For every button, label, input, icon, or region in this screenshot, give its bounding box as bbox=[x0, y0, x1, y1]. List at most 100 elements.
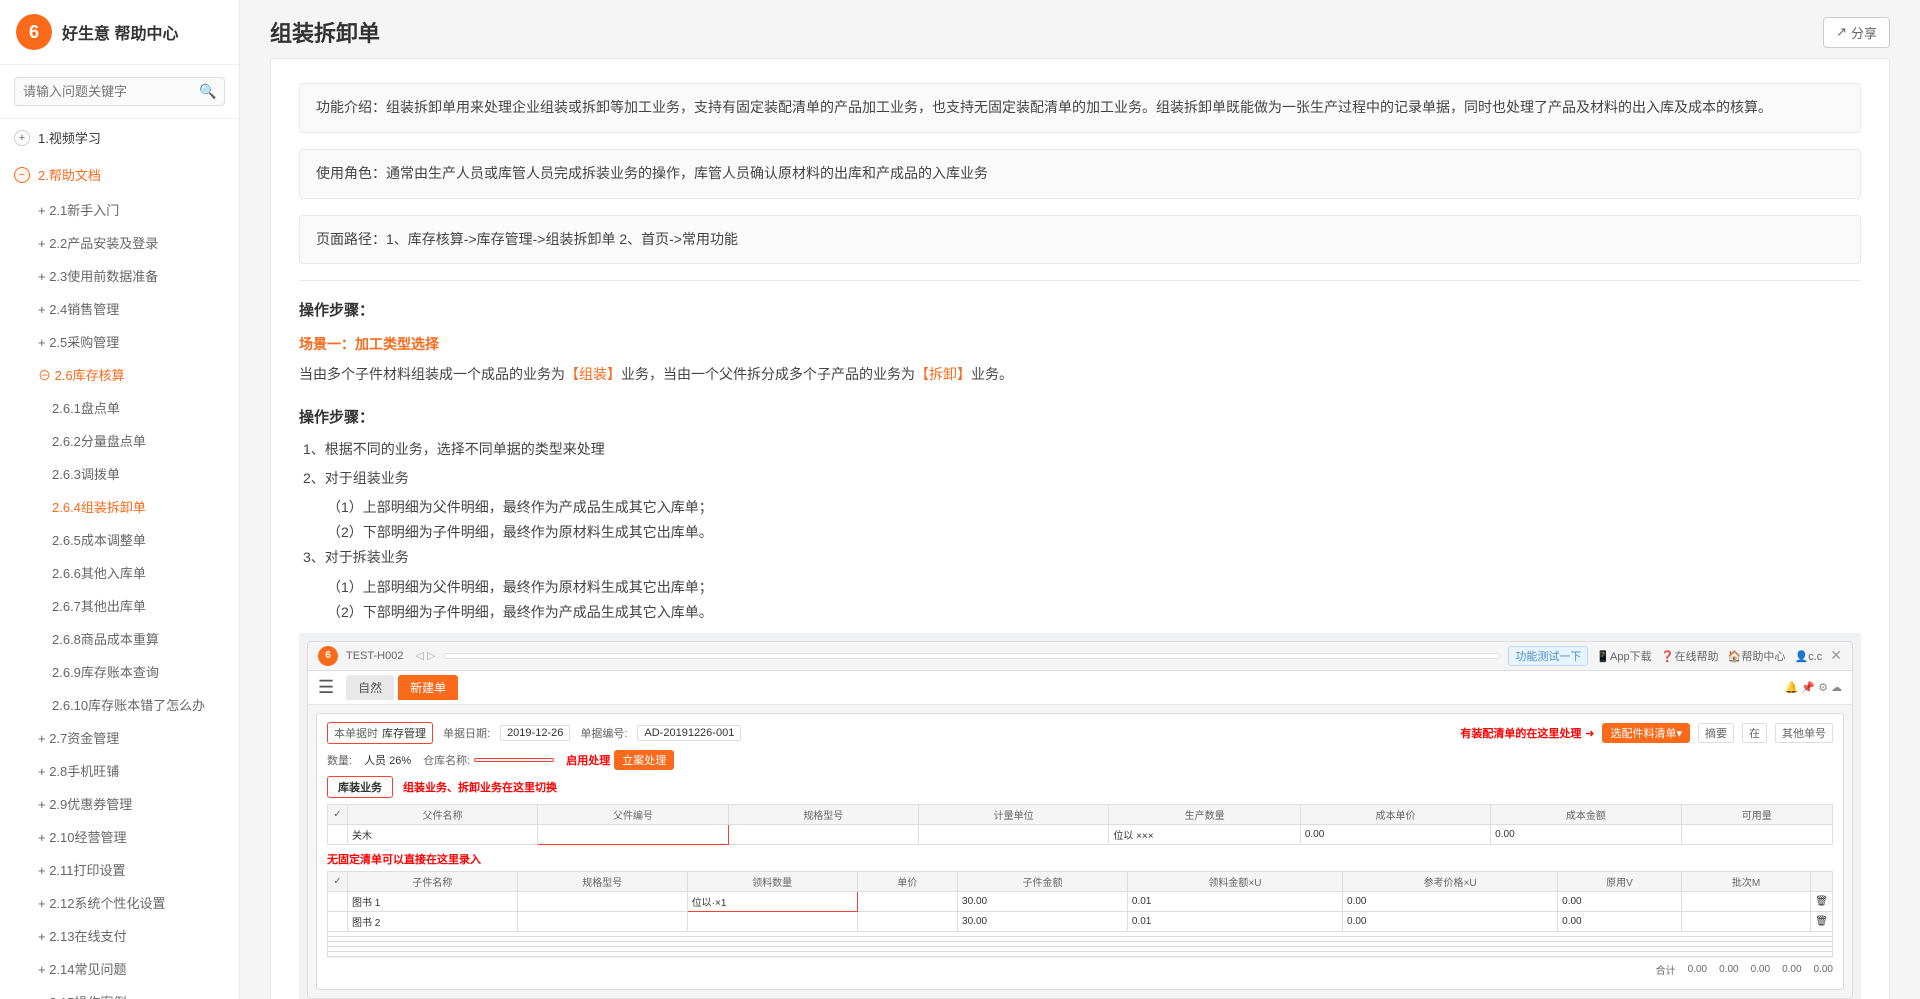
ss-warehouse-input[interactable] bbox=[474, 758, 554, 762]
ss-col-batch: 批次M bbox=[1681, 871, 1811, 891]
ss-cell2-batch bbox=[1681, 891, 1811, 911]
ss-no-value: AD-20191226-001 bbox=[637, 725, 741, 741]
ss-form-area: 本单据时 库存管理 单据日期: 2019-12-26 单据编号: AD-2019… bbox=[308, 705, 1852, 998]
ss-cell3-avail: 0.00 bbox=[1558, 911, 1682, 931]
sidebar-item-management[interactable]: + 2.10经营管理 bbox=[0, 820, 239, 853]
sidebar-item-ledger-error[interactable]: 2.6.10库存账本错了怎么办 bbox=[0, 688, 239, 721]
sidebar-item-cost-adj[interactable]: 2.6.5成本调整单 bbox=[0, 523, 239, 556]
ss-annotation-bom: 有装配清单的在这里处理 bbox=[1460, 728, 1581, 740]
role-block: 使用角色：通常由生产人员或库管人员完成拆装业务的操作，库管人员确认原材料的出库和… bbox=[299, 149, 1861, 199]
ss-upper-table-wrapper: ✓ 父件名称 父件编号 规格型号 计量单位 生产数量 成本单价 成本金额 可用量 bbox=[327, 804, 1833, 845]
ss-upper-table-head: ✓ 父件名称 父件编号 规格型号 计量单位 生产数量 成本单价 成本金额 可用量 bbox=[328, 804, 1833, 824]
ss-qty-label: 数量: bbox=[327, 752, 352, 768]
ss-cell-check bbox=[328, 824, 348, 844]
ss-bom-btn[interactable]: 选配件料清单▾ bbox=[1602, 723, 1690, 743]
sidebar-item-assembly[interactable]: 2.6.4组装拆卸单 bbox=[0, 490, 239, 523]
ss-totals-row: 合计 0.00 0.00 0.00 0.00 0.00 bbox=[327, 957, 1833, 981]
sidebar-item-payment[interactable]: + 2.13在线支付 bbox=[0, 919, 239, 952]
ss-col-check: ✓ bbox=[328, 804, 348, 824]
sidebar-item-partial-count[interactable]: 2.6.2分量盘点单 bbox=[0, 424, 239, 457]
logo-icon: 6 bbox=[16, 14, 52, 50]
page-title: 组装拆卸单 bbox=[270, 16, 380, 48]
ss-cell2-price bbox=[857, 891, 958, 911]
ss-lower-row-7 bbox=[328, 951, 1833, 956]
sidebar-item-transfer[interactable]: 2.6.3调拨单 bbox=[0, 457, 239, 490]
sidebar-item-inventory[interactable]: ⊖ 2.6库存核算 bbox=[0, 358, 239, 391]
sidebar-item-purchase[interactable]: + 2.5采购管理 bbox=[0, 325, 239, 358]
sidebar-item-install[interactable]: + 2.2产品安装及登录 bbox=[0, 226, 239, 259]
ss-cell-name: 关木 bbox=[348, 824, 538, 844]
ss-cell3-ref: 0.00 bbox=[1343, 911, 1558, 931]
ss-total-2: 0.00 bbox=[1719, 964, 1738, 975]
sidebar-item-print[interactable]: + 2.11打印设置 bbox=[0, 853, 239, 886]
ss-cell3-spec bbox=[517, 911, 687, 931]
ss-topbar: 6 TEST-H002 ◁ ▷ 功能测试一下 📱App下载 ❓在线帮助 🏠帮助中… bbox=[308, 642, 1852, 671]
sidebar-item-label: 1.视频学习 bbox=[38, 128, 101, 147]
path-block: 页面路径：1、库存核算->库存管理->组装拆卸单 2、首页->常用功能 bbox=[299, 215, 1861, 265]
ss-cell2-avail: 0.00 bbox=[1558, 891, 1682, 911]
ss-col-pick-qty: 领料数量 bbox=[687, 871, 857, 891]
sidebar-item-sales[interactable]: + 2.4销售管理 bbox=[0, 292, 239, 325]
sidebar-item-label: + 2.10经营管理 bbox=[38, 830, 127, 845]
ss-commit-btn[interactable]: 立案处理 bbox=[614, 750, 674, 770]
sidebar-item-label: + 2.11打印设置 bbox=[38, 863, 126, 878]
ss-cell3-pick-amt: 0.01 bbox=[1127, 911, 1342, 931]
ss-type-toggle-badge[interactable]: 库装业务 bbox=[327, 776, 393, 798]
ss-confirm-btn[interactable]: 其他单号 bbox=[1775, 723, 1833, 743]
sidebar-item-finance[interactable]: + 2.7资金管理 bbox=[0, 721, 239, 754]
ss-tab-new[interactable]: 新建单 bbox=[398, 675, 458, 700]
ss-col-check2: ✓ bbox=[328, 871, 348, 891]
ss-cell2-check bbox=[328, 891, 348, 911]
step-2-2: （2）下部明细为子件明细，最终作为原材料生成其它出库单。 bbox=[299, 520, 1861, 545]
sidebar-item-cost-recalc[interactable]: 2.6.8商品成本重算 bbox=[0, 622, 239, 655]
ss-type-badge-text: 库装业务 bbox=[338, 779, 382, 795]
ss-col-parent-no: 父件编号 bbox=[538, 804, 728, 824]
ss-annotation-no-bom: 无固定清单可以直接在这里录入 bbox=[327, 851, 481, 867]
step-3-1: （1）上部明细为父件明细，最终作为原材料生成其它出库单； bbox=[299, 575, 1861, 600]
ss-col-avail: 可用量 bbox=[1681, 804, 1833, 824]
ss-col-ops bbox=[1811, 871, 1833, 891]
sidebar-item-cases[interactable]: + 2.15操作案例 bbox=[0, 985, 239, 999]
sidebar-item-coupon[interactable]: + 2.9优惠券管理 bbox=[0, 787, 239, 820]
search-icon[interactable]: 🔍 bbox=[199, 83, 216, 100]
ss-cell3-ops: 🗑 bbox=[1811, 911, 1833, 931]
sidebar-item-ledger[interactable]: 2.6.9库存账本查询 bbox=[0, 655, 239, 688]
ss-col-cost-unit: 成本单价 bbox=[1300, 804, 1490, 824]
sidebar-item-docs[interactable]: − 2.帮助文档 bbox=[0, 156, 239, 193]
sidebar-item-other-in[interactable]: 2.6.6其他入库单 bbox=[0, 556, 239, 589]
ss-form-row1: 本单据时 库存管理 单据日期: 2019-12-26 单据编号: AD-2019… bbox=[327, 722, 1833, 744]
ss-test-btn: 功能测试一下 bbox=[1508, 646, 1588, 666]
sidebar-item-newbie[interactable]: + 2.1新手入门 bbox=[0, 193, 239, 226]
ss-warehouse-area: 仓库名称: bbox=[423, 752, 554, 768]
ss-menu-icon[interactable]: ☰ bbox=[318, 677, 334, 698]
ss-process-area: 启用处理 立案处理 bbox=[566, 750, 674, 770]
sidebar-item-video[interactable]: + 1.视频学习 bbox=[0, 119, 239, 156]
sidebar-item-label: + 2.9优惠券管理 bbox=[38, 797, 132, 812]
content-area: 功能介绍：组装拆卸单用来处理企业组装或拆卸等加工业务，支持有固定装配清单的产品加… bbox=[270, 58, 1890, 999]
search-input[interactable] bbox=[23, 84, 199, 99]
ss-form-row2: 数量: 人员 26% 仓库名称: 启用处理 立案处理 bbox=[327, 750, 1833, 770]
sidebar-item-stock-count[interactable]: 2.6.1盘点单 bbox=[0, 391, 239, 424]
ss-annotation-top-wrapper: 有装配清单的在这里处理 ➜ bbox=[1460, 724, 1594, 741]
ss-date-label: 单据日期: bbox=[443, 725, 490, 741]
ss-col-avail2: 原用V bbox=[1558, 871, 1682, 891]
ss-othernum-btn[interactable]: 在 bbox=[1742, 723, 1767, 743]
ss-cell3-amt: 30.00 bbox=[958, 911, 1128, 931]
ss-total-1: 0.00 bbox=[1688, 964, 1707, 975]
sidebar-item-settings[interactable]: + 2.12系统个性化设置 bbox=[0, 886, 239, 919]
sidebar-item-mobile[interactable]: + 2.8手机旺铺 bbox=[0, 754, 239, 787]
sidebar-item-other-out[interactable]: 2.6.7其他出库单 bbox=[0, 589, 239, 622]
ss-type-toggle-row: 库装业务 组装业务、拆卸业务在这里切换 bbox=[327, 776, 1833, 798]
search-area: 🔍 bbox=[0, 65, 239, 119]
sidebar-item-faq[interactable]: + 2.14常见问题 bbox=[0, 952, 239, 985]
ss-remark-btn[interactable]: 摘要 bbox=[1698, 723, 1734, 743]
ss-tab-natural[interactable]: 自然 bbox=[346, 675, 394, 700]
share-button[interactable]: ↗ 分享 bbox=[1823, 17, 1890, 48]
sidebar-item-label: + 2.2产品安装及登录 bbox=[38, 236, 158, 251]
sidebar-item-data-prep[interactable]: + 2.3使用前数据准备 bbox=[0, 259, 239, 292]
ss-annotation-type: 组装业务、拆卸业务在这里切换 bbox=[403, 779, 557, 795]
search-box: 🔍 bbox=[14, 77, 225, 106]
ss-cell2-pick-amt: 0.01 bbox=[1127, 891, 1342, 911]
ss-cell3-batch bbox=[1681, 911, 1811, 931]
main-header: 组装拆卸单 ↗ 分享 bbox=[240, 0, 1920, 58]
